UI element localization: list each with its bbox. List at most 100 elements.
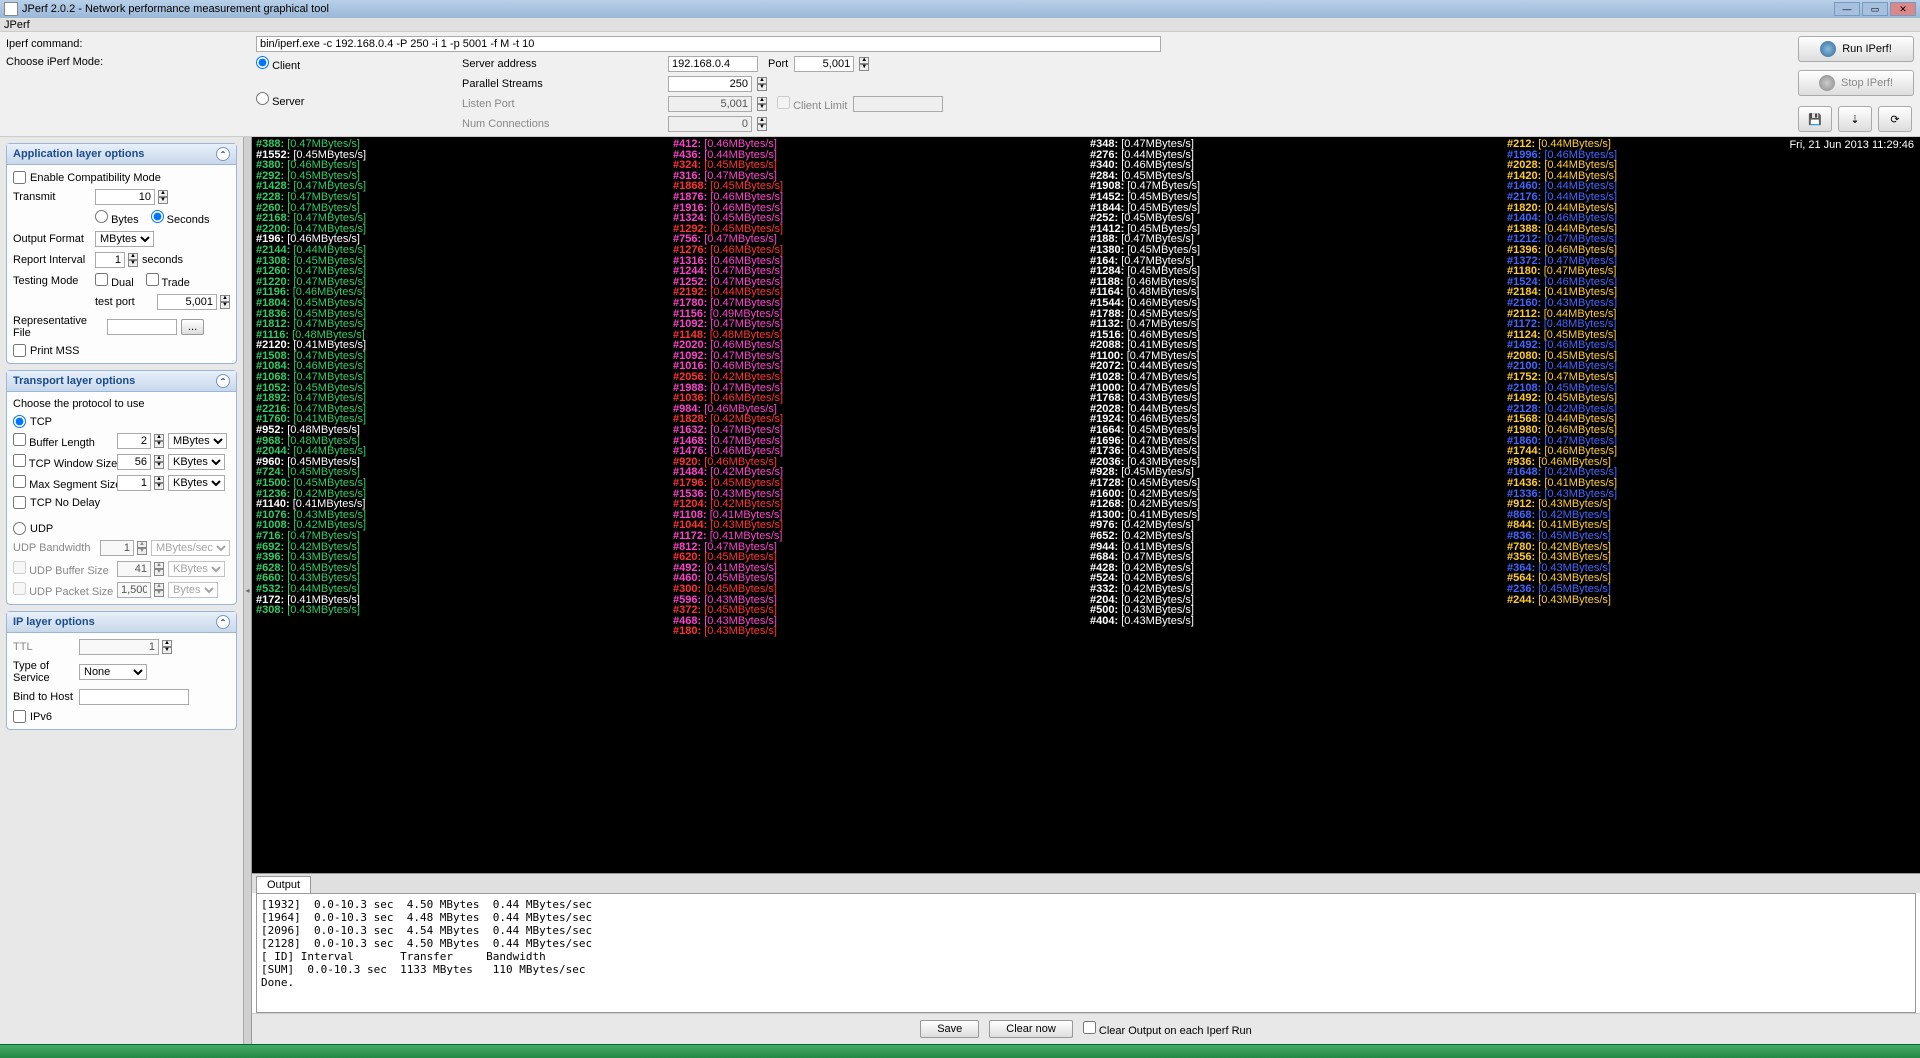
tcp-nodelay-check[interactable]: TCP No Delay <box>13 496 230 509</box>
port-label: Port <box>768 58 788 70</box>
max-seg-input[interactable] <box>117 475 151 491</box>
wand-icon: ⇣ <box>1850 113 1859 126</box>
parallel-spinner[interactable]: ▲▼ <box>757 77 767 91</box>
graph-line: #1780: [0.47MBytes/s] <box>673 298 1082 309</box>
iperf-command-input[interactable] <box>256 36 1161 52</box>
udp-radio[interactable]: UDP <box>13 522 230 535</box>
bind-input[interactable] <box>79 689 189 705</box>
window-titlebar: JPerf 2.0.2 - Network performance measur… <box>0 0 1920 18</box>
testing-mode-label: Testing Mode <box>13 275 91 287</box>
max-seg-unit[interactable]: KBytes <box>168 475 225 491</box>
minimize-button[interactable]: — <box>1834 2 1860 16</box>
udp-pkt-check: UDP Packet Size <box>13 582 113 598</box>
buffer-length-check[interactable]: Buffer Length <box>13 433 113 449</box>
graph-line: #2176: [0.44MBytes/s] <box>1507 192 1916 203</box>
rep-file-browse[interactable]: ... <box>181 319 204 335</box>
collapse-icon[interactable]: ⌃ <box>216 374 230 388</box>
udp-buf-input <box>117 561 151 577</box>
close-button[interactable]: ✕ <box>1890 2 1916 16</box>
run-icon <box>1820 41 1836 57</box>
tos-label: Type of Service <box>13 660 75 684</box>
output-textarea[interactable]: [1932] 0.0-10.3 sec 4.50 MBytes 0.44 MBy… <box>256 893 1916 1013</box>
tcp-radio[interactable]: TCP <box>13 415 230 428</box>
graph-line: #228: [0.47MBytes/s] <box>256 192 665 203</box>
test-port-input[interactable] <box>157 294 217 310</box>
tcp-window-input[interactable] <box>117 454 151 470</box>
transmit-seconds[interactable]: Seconds <box>151 210 210 226</box>
graph-line: #300: [0.45MBytes/s] <box>673 584 1082 595</box>
clear-each-check[interactable]: Clear Output on each Iperf Run <box>1083 1021 1252 1037</box>
transmit-label: Transmit <box>13 191 91 203</box>
ipv6-check[interactable]: IPv6 <box>13 710 230 723</box>
tcp-window-unit[interactable]: KBytes <box>168 454 225 470</box>
parallel-label: Parallel Streams <box>462 78 662 90</box>
graph-line: #180: [0.43MBytes/s] <box>673 626 1082 637</box>
graph-line: #2144: [0.44MBytes/s] <box>256 245 665 256</box>
graph-line: #1796: [0.45MBytes/s] <box>673 478 1082 489</box>
menu-jperf[interactable]: JPerf <box>4 19 30 31</box>
graph-line: #2160: [0.43MBytes/s] <box>1507 298 1916 309</box>
restart-icon-button[interactable]: ⟳ <box>1878 106 1912 132</box>
collapse-icon[interactable]: ⌃ <box>216 147 230 161</box>
ip-layer-panel: IP layer options⌃ TTL▲▼ Type of ServiceN… <box>6 611 237 730</box>
graph-line: #332: [0.42MBytes/s] <box>1090 584 1499 595</box>
windows-taskbar[interactable] <box>0 1044 1920 1058</box>
window-title: JPerf 2.0.2 - Network performance measur… <box>22 3 1834 15</box>
num-conn-input <box>668 116 752 132</box>
output-tab[interactable]: Output <box>256 876 311 893</box>
tos-select[interactable]: None <box>79 664 147 680</box>
run-iperf-button[interactable]: Run IPerf! <box>1798 36 1914 62</box>
save-button[interactable]: Save <box>920 1020 979 1038</box>
graph-line: #1172: [0.41MBytes/s] <box>673 531 1082 542</box>
mode-server[interactable]: Server <box>256 92 456 108</box>
stop-icon <box>1819 75 1835 91</box>
graph-line: #716: [0.47MBytes/s] <box>256 531 665 542</box>
transmit-input[interactable] <box>95 189 155 205</box>
graph-line: #1380: [0.45MBytes/s] <box>1090 245 1499 256</box>
graph-line: #1876: [0.46MBytes/s] <box>673 192 1082 203</box>
graph-line: #388: [0.47MBytes/s] <box>256 139 665 150</box>
port-spinner[interactable]: ▲▼ <box>859 57 869 71</box>
clear-button[interactable]: Clear now <box>989 1020 1073 1038</box>
server-address-input[interactable] <box>668 56 758 72</box>
trade-check[interactable]: Trade <box>146 273 190 289</box>
collapse-icon[interactable]: ⌃ <box>216 615 230 629</box>
mode-client[interactable]: Client <box>256 56 456 72</box>
graph-line: #1500: [0.45MBytes/s] <box>256 478 665 489</box>
server-address-label: Server address <box>462 58 662 70</box>
graph-line: #1544: [0.46MBytes/s] <box>1090 298 1499 309</box>
report-interval-input[interactable] <box>95 252 125 268</box>
buffer-length-input[interactable] <box>117 433 151 449</box>
wizard-icon-button[interactable]: ⇣ <box>1838 106 1872 132</box>
port-input[interactable] <box>794 56 854 72</box>
graph-line: #1452: [0.45MBytes/s] <box>1090 192 1499 203</box>
graph-line: #236: [0.45MBytes/s] <box>1507 584 1916 595</box>
maximize-button[interactable]: ▭ <box>1862 2 1888 16</box>
sidebar: Application layer options ⌃ Enable Compat… <box>0 137 244 1044</box>
tcp-window-check[interactable]: TCP Window Size <box>13 454 113 470</box>
transmit-bytes[interactable]: Bytes <box>95 210 139 226</box>
save-icon-button[interactable]: 💾 <box>1798 106 1832 132</box>
print-mss-check[interactable]: Print MSS <box>13 344 230 357</box>
graph-timestamp: Fri, 21 Jun 2013 11:29:46 <box>1789 139 1914 151</box>
app-layer-title: Application layer options <box>13 148 144 160</box>
max-seg-check[interactable]: Max Segment Size <box>13 475 113 491</box>
output-format-select[interactable]: MBytes <box>95 231 154 247</box>
stop-iperf-button[interactable]: Stop IPerf! <box>1798 70 1914 96</box>
rep-file-input[interactable] <box>107 319 177 335</box>
transport-title: Transport layer options <box>13 375 135 387</box>
compat-check[interactable]: Enable Compatibility Mode <box>13 171 230 184</box>
graph-line: #532: [0.44MBytes/s] <box>256 584 665 595</box>
splitter-handle[interactable]: ◂ <box>244 137 252 1044</box>
parallel-input[interactable] <box>668 76 752 92</box>
transport-panel: Transport layer options⌃ Choose the prot… <box>6 370 237 605</box>
graph-line: #1276: [0.46MBytes/s] <box>673 245 1082 256</box>
ip-layer-title: IP layer options <box>13 616 95 628</box>
graph-line: #412: [0.46MBytes/s] <box>673 139 1082 150</box>
buffer-length-unit[interactable]: MBytes <box>168 433 227 449</box>
dual-check[interactable]: Dual <box>95 273 134 289</box>
listen-port-label: Listen Port <box>462 98 662 110</box>
listen-port-input <box>668 96 752 112</box>
udp-pkt-unit: Bytes <box>168 582 218 598</box>
app-layer-panel: Application layer options ⌃ Enable Compat… <box>6 143 237 364</box>
